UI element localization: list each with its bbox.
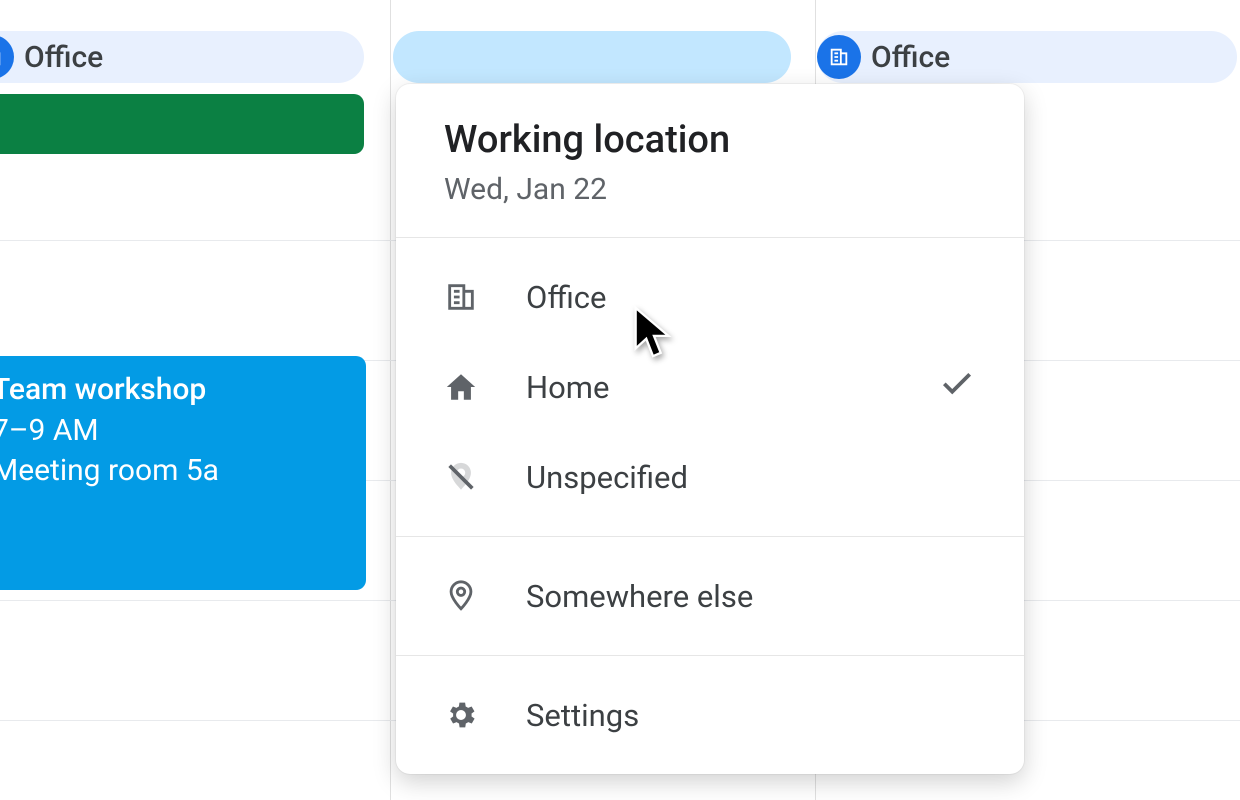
pin-icon bbox=[444, 579, 484, 613]
all-day-event[interactable] bbox=[0, 94, 364, 154]
office-icon bbox=[0, 35, 14, 79]
working-location-chip[interactable]: Office bbox=[817, 31, 1237, 83]
popover-more: Somewhere else bbox=[396, 537, 1024, 655]
popover-settings: Settings bbox=[396, 656, 1024, 774]
home-icon bbox=[444, 370, 484, 404]
option-label: Unspecified bbox=[526, 459, 976, 496]
gear-icon bbox=[444, 698, 484, 732]
working-location-chip-active[interactable] bbox=[393, 31, 791, 83]
office-icon bbox=[817, 35, 861, 79]
event-title: Team workshop bbox=[0, 370, 344, 411]
option-label: Home bbox=[526, 369, 938, 406]
popover-options: Office Home Unspecified bbox=[396, 238, 1024, 536]
option-office[interactable]: Office bbox=[396, 252, 1024, 342]
office-icon bbox=[444, 280, 484, 314]
option-somewhere-else[interactable]: Somewhere else bbox=[396, 551, 1024, 641]
option-label: Settings bbox=[526, 697, 976, 734]
working-location-chip[interactable]: Office bbox=[0, 31, 364, 83]
option-home[interactable]: Home bbox=[396, 342, 1024, 432]
working-location-popover: Working location Wed, Jan 22 Office Home… bbox=[396, 84, 1024, 774]
popover-title: Working location bbox=[444, 118, 976, 162]
option-label: Office bbox=[526, 279, 976, 316]
popover-header: Working location Wed, Jan 22 bbox=[396, 84, 1024, 238]
check-icon bbox=[938, 364, 976, 410]
working-location-chip-label: Office bbox=[871, 40, 950, 75]
event-time: 7–9 AM bbox=[0, 411, 344, 452]
option-settings[interactable]: Settings bbox=[396, 670, 1024, 760]
option-unspecified[interactable]: Unspecified bbox=[396, 432, 1024, 522]
event-room: Meeting room 5a bbox=[0, 451, 344, 492]
option-label: Somewhere else bbox=[526, 578, 976, 615]
calendar-event[interactable]: Team workshop 7–9 AM Meeting room 5a bbox=[0, 356, 366, 590]
location-off-icon bbox=[444, 460, 484, 494]
working-location-chip-label: Office bbox=[24, 40, 103, 75]
popover-date: Wed, Jan 22 bbox=[444, 172, 976, 207]
